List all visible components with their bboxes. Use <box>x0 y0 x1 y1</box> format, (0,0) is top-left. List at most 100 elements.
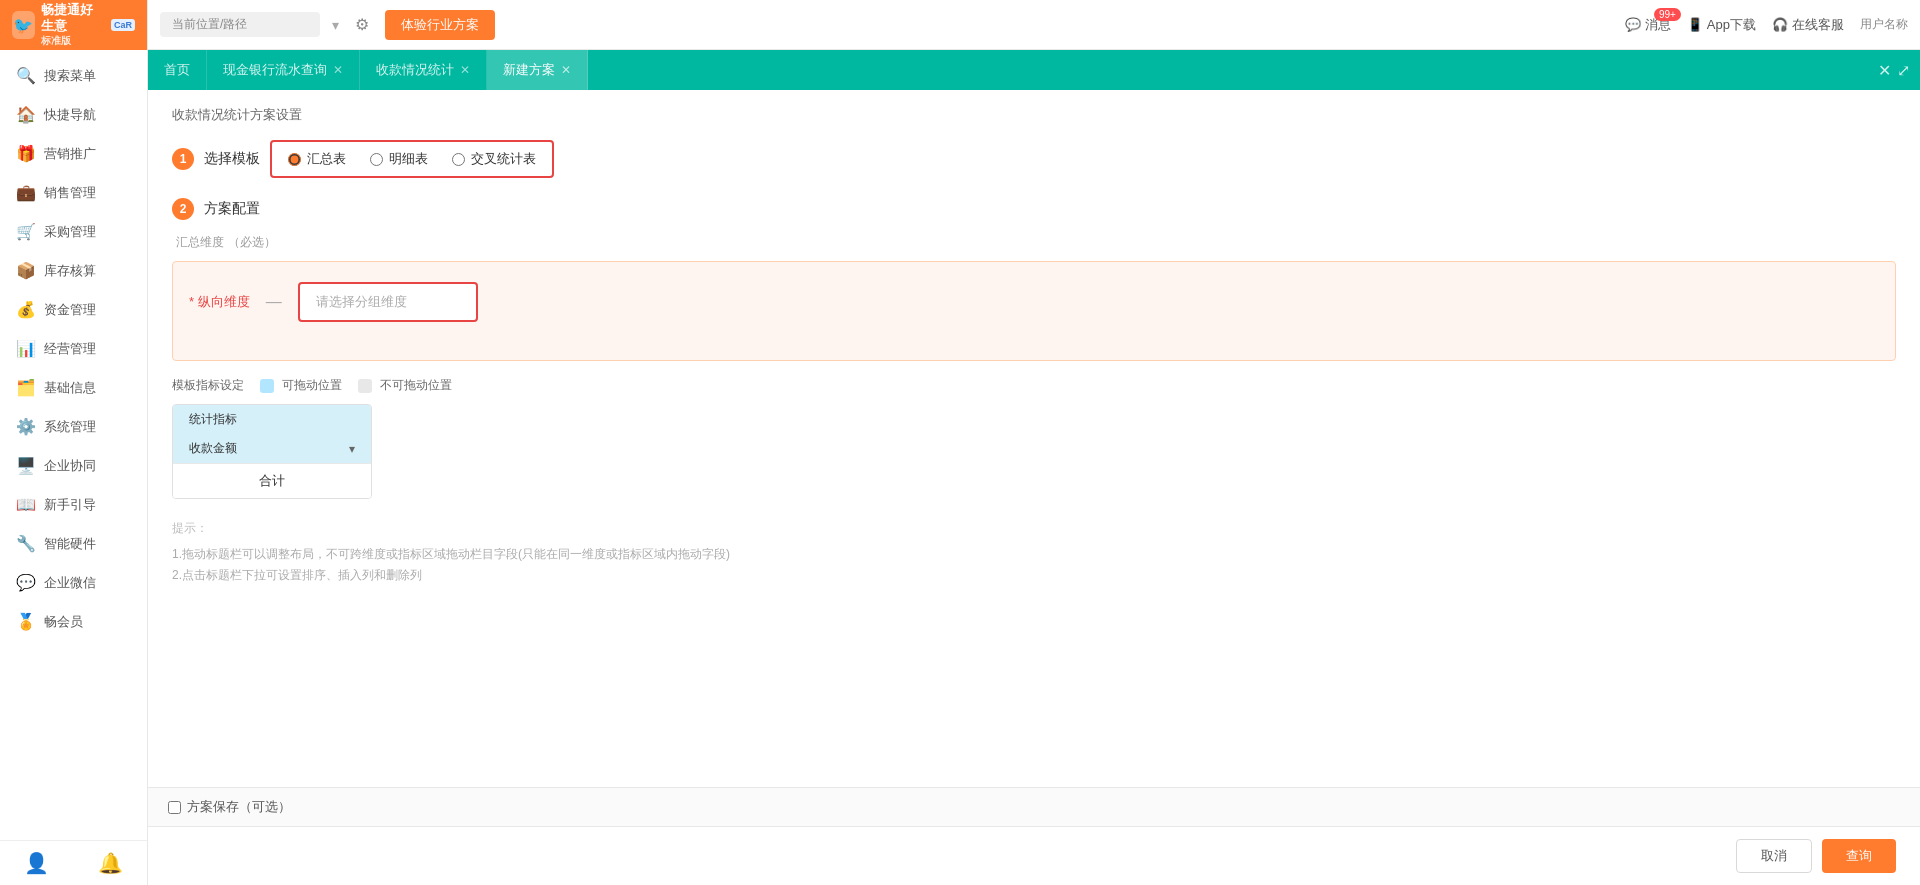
dimension-row: 纵向维度 — 请选择分组维度 <box>189 282 1879 322</box>
step1-title: 选择模板 <box>204 150 260 168</box>
option-cross-label: 交叉统计表 <box>471 150 536 168</box>
sidebar-item-sales[interactable]: 💼 销售管理 <box>0 173 147 212</box>
logo-sub: 标准版 <box>41 34 105 48</box>
logo-text-group: 畅捷通好生意 标准版 <box>41 2 105 47</box>
folder-icon: 🗂️ <box>16 378 36 397</box>
logo-name: 畅捷通好生意 <box>41 2 105 33</box>
radio-cross[interactable] <box>452 153 465 166</box>
tab-home-label: 首页 <box>164 61 190 79</box>
tab-bank-flow[interactable]: 现金银行流水查询 ✕ <box>207 50 360 90</box>
sidebar-item-marketing[interactable]: 🎁 营销推广 <box>0 134 147 173</box>
save-checkbox[interactable] <box>168 801 181 814</box>
stat-label: 统计指标 <box>189 411 237 428</box>
step1-header: 1 选择模板 汇总表 明细表 交叉统计表 <box>172 140 1896 178</box>
option-cross[interactable]: 交叉统计表 <box>452 150 536 168</box>
sidebar-item-weixin[interactable]: 💬 企业微信 <box>0 563 147 602</box>
app-icon: 📱 <box>1687 17 1703 32</box>
sidebar-item-enterprise[interactable]: 🖥️ 企业协同 <box>0 446 147 485</box>
option-detail[interactable]: 明细表 <box>370 150 428 168</box>
gear-icon[interactable]: ⚙ <box>355 15 369 34</box>
metrics-section: 模板指标设定 可拖动位置 不可拖动位置 统计指标 <box>172 377 1896 587</box>
dimension-required: （必选） <box>228 235 276 249</box>
industry-btn[interactable]: 体验行业方案 <box>385 10 495 40</box>
book-icon: 📖 <box>16 495 36 514</box>
sidebar-item-label: 资金管理 <box>44 301 96 319</box>
sidebar-item-label: 库存核算 <box>44 262 96 280</box>
metrics-hint: 提示： 1.拖动标题栏可以调整布局，不可跨维度或指标区域拖动栏目字段(只能在同一… <box>172 518 1896 587</box>
option-detail-label: 明细表 <box>389 150 428 168</box>
option-summary-label: 汇总表 <box>307 150 346 168</box>
sidebar-item-hardware[interactable]: 🔧 智能硬件 <box>0 524 147 563</box>
sidebar-item-member[interactable]: 🏅 畅会员 <box>0 602 147 641</box>
sidebar-item-finance[interactable]: 💰 资金管理 <box>0 290 147 329</box>
chat-icon: 💬 <box>16 573 36 592</box>
tabbar-expand-btn[interactable]: ⤢ <box>1897 61 1910 80</box>
online-service-link[interactable]: 🎧 在线客服 <box>1772 16 1844 34</box>
sidebar-item-system[interactable]: ⚙️ 系统管理 <box>0 407 147 446</box>
vertical-label: 纵向维度 <box>189 293 250 311</box>
legend-fixed: 不可拖动位置 <box>358 377 452 394</box>
tabbar-close-btn[interactable]: ✕ <box>1878 61 1891 80</box>
notification-bottom-icon[interactable]: 🔔 <box>98 851 123 875</box>
tab-new-plan-label: 新建方案 <box>503 61 555 79</box>
sidebar-item-operations[interactable]: 📊 经营管理 <box>0 329 147 368</box>
gift-icon: 🎁 <box>16 144 36 163</box>
row1-data: 合计 <box>173 463 371 498</box>
sidebar-item-basic-info[interactable]: 🗂️ 基础信息 <box>0 368 147 407</box>
metrics-header: 模板指标设定 可拖动位置 不可拖动位置 <box>172 377 1896 394</box>
chart-icon: 📊 <box>16 339 36 358</box>
metrics-table: 统计指标 收款金额 ▾ 合计 <box>172 404 372 499</box>
message-btn[interactable]: 💬 消息 99+ <box>1625 16 1671 34</box>
sidebar-item-label: 系统管理 <box>44 418 96 436</box>
sidebar-item-inventory[interactable]: 📦 库存核算 <box>0 251 147 290</box>
sidebar-item-quick-nav[interactable]: 🏠 快捷导航 <box>0 95 147 134</box>
home-icon: 🏠 <box>16 105 36 124</box>
col1-label: 收款金额 <box>189 440 237 457</box>
tab-collection-stat[interactable]: 收款情况统计 ✕ <box>360 50 487 90</box>
sidebar-item-label: 快捷导航 <box>44 106 96 124</box>
query-button[interactable]: 查询 <box>1822 839 1896 873</box>
metrics-title: 模板指标设定 <box>172 377 244 394</box>
sidebar-item-label: 经营管理 <box>44 340 96 358</box>
logo-badge: CaR <box>111 19 135 31</box>
hint2: 2.点击标题栏下拉可设置排序、插入列和删除列 <box>172 565 1896 587</box>
user-bottom-icon[interactable]: 👤 <box>24 851 49 875</box>
save-option[interactable]: 方案保存（可选） <box>168 798 291 816</box>
tab-bank-flow-close[interactable]: ✕ <box>333 63 343 77</box>
chevron-down-icon[interactable]: ▾ <box>349 442 355 456</box>
radio-detail[interactable] <box>370 153 383 166</box>
dimension-area: 纵向维度 — 请选择分组维度 <box>172 261 1896 361</box>
sidebar-item-guide[interactable]: 📖 新手引导 <box>0 485 147 524</box>
col1-header-row[interactable]: 收款金额 ▾ <box>173 434 371 463</box>
content-area: 收款情况统计方案设置 1 选择模板 汇总表 明细表 <box>148 90 1920 787</box>
briefcase-icon: 💼 <box>16 183 36 202</box>
app-download-link[interactable]: 📱 App下载 <box>1687 16 1756 34</box>
radio-summary[interactable] <box>288 153 301 166</box>
action-bar: 取消 查询 <box>148 826 1920 885</box>
tab-collection-stat-close[interactable]: ✕ <box>460 63 470 77</box>
dimension-label: 汇总维度（必选） <box>172 234 1896 251</box>
fixed-label: 不可拖动位置 <box>380 377 452 394</box>
dimension-selector[interactable]: 请选择分组维度 <box>298 282 478 322</box>
tool-icon: 🔧 <box>16 534 36 553</box>
option-summary[interactable]: 汇总表 <box>288 150 346 168</box>
tabbar: 首页 现金银行流水查询 ✕ 收款情况统计 ✕ 新建方案 ✕ ✕ ⤢ <box>148 50 1920 90</box>
sidebar-item-label: 采购管理 <box>44 223 96 241</box>
tab-new-plan-close[interactable]: ✕ <box>561 63 571 77</box>
message-icon: 💬 <box>1625 17 1641 32</box>
cancel-button[interactable]: 取消 <box>1736 839 1812 873</box>
sidebar-item-purchase[interactable]: 🛒 采购管理 <box>0 212 147 251</box>
page-content: 收款情况统计方案设置 1 选择模板 汇总表 明细表 <box>148 90 1920 826</box>
sidebar-item-search[interactable]: 🔍 搜索菜单 <box>0 56 147 95</box>
sidebar-item-label: 销售管理 <box>44 184 96 202</box>
tabbar-actions: ✕ ⤢ <box>1878 61 1920 80</box>
hint1: 1.拖动标题栏可以调整布局，不可跨维度或指标区域拖动栏目字段(只能在同一维度或指… <box>172 544 1896 566</box>
sidebar-item-label: 基础信息 <box>44 379 96 397</box>
sidebar-item-label: 企业协同 <box>44 457 96 475</box>
sidebar-logo: 🐦 畅捷通好生意 标准版 CaR <box>0 0 147 50</box>
tab-new-plan[interactable]: 新建方案 ✕ <box>487 50 588 90</box>
breadcrumb-arrow[interactable]: ▾ <box>332 17 339 33</box>
message-badge: 99+ <box>1654 8 1681 21</box>
stat-header-row: 统计指标 <box>173 405 371 434</box>
tab-home[interactable]: 首页 <box>148 50 207 90</box>
